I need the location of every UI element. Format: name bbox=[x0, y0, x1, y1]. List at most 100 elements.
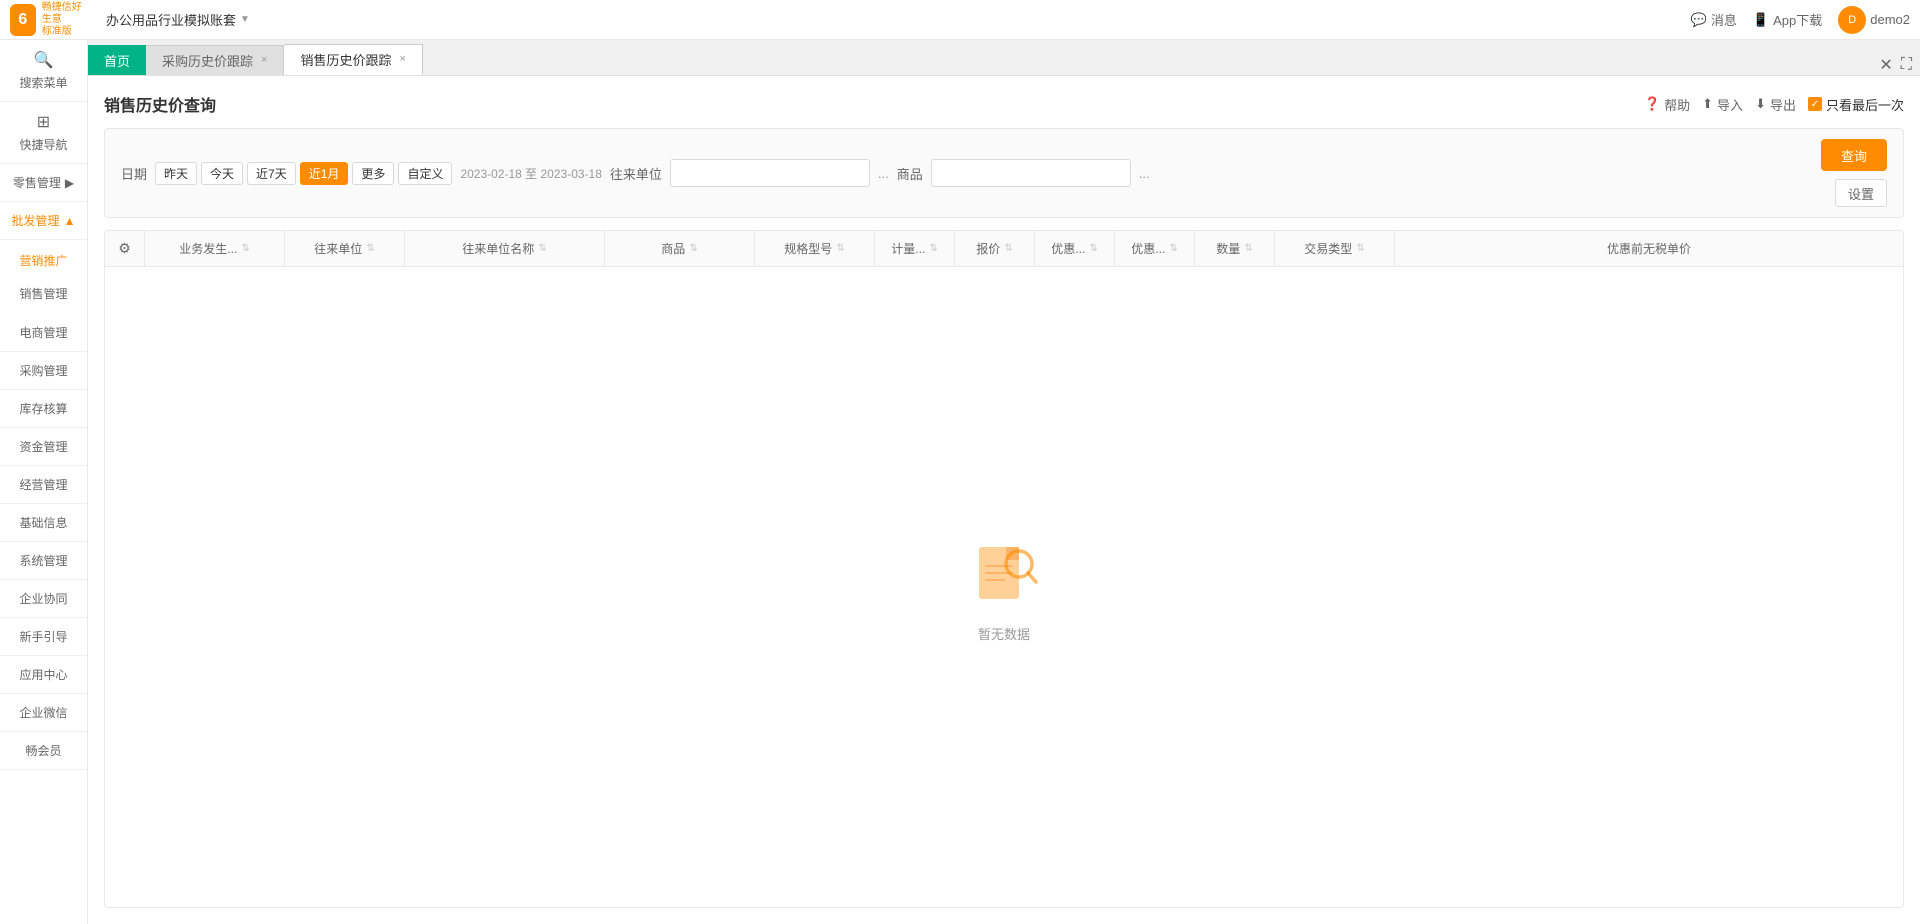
close-window-button[interactable]: ✕ bbox=[1879, 55, 1892, 75]
date-buttons: 昨天 今天 近7天 近1月 更多 自定义 bbox=[155, 162, 452, 185]
filter-bar: 日期 昨天 今天 近7天 近1月 更多 自定义 2023-02-18 至 202… bbox=[104, 128, 1904, 218]
sort-icon: ⇅ bbox=[836, 243, 844, 254]
query-button[interactable]: 查询 bbox=[1821, 139, 1887, 171]
sidebar-item-corp-wechat[interactable]: 企业微信 bbox=[0, 694, 87, 732]
app-download-button[interactable]: 📱 App下载 bbox=[1753, 10, 1822, 29]
sidebar-item-corp-collab[interactable]: 企业协同 bbox=[0, 580, 87, 618]
date-btn-last7[interactable]: 近7天 bbox=[247, 162, 296, 185]
date-btn-more[interactable]: 更多 bbox=[352, 162, 394, 185]
page-header-actions: ❓ 帮助 ⬆ 导入 ⬇ 导出 ✓ 只看最后一次 bbox=[1644, 95, 1904, 114]
chevron-right-icon: ▶ bbox=[65, 176, 74, 190]
close-sales-tab-icon[interactable]: × bbox=[399, 54, 405, 65]
th-goods[interactable]: 商品 ⇅ bbox=[605, 231, 755, 266]
page-header: 销售历史价查询 ❓ 帮助 ⬆ 导入 ⬇ 导出 ✓ bbox=[104, 92, 1904, 116]
table-container: ⚙ 业务发生... ⇅ 往来单位 ⇅ 往来单位名称 ⇅ bbox=[104, 230, 1904, 908]
tab-sales-history[interactable]: 销售历史价跟踪 × bbox=[284, 44, 422, 75]
goods-ellipsis-btn[interactable]: ... bbox=[1139, 166, 1150, 181]
sort-icon: ⇅ bbox=[1356, 243, 1364, 254]
sidebar-item-ecom-mgmt[interactable]: 电商管理 bbox=[0, 314, 87, 352]
supplier-input[interactable] bbox=[670, 159, 870, 187]
sort-icon: ⇅ bbox=[538, 243, 546, 254]
import-icon: ⬆ bbox=[1702, 96, 1713, 112]
sidebar-item-purchase-mgmt[interactable]: 采购管理 bbox=[0, 352, 87, 390]
import-button[interactable]: ⬆ 导入 bbox=[1702, 95, 1743, 114]
sort-icon: ⇅ bbox=[1089, 243, 1097, 254]
logo-text: 畅捷信好生意 标准版 bbox=[42, 2, 90, 38]
empty-state-icon bbox=[964, 532, 1044, 612]
sidebar-item-basic-info[interactable]: 基础信息 bbox=[0, 504, 87, 542]
workspace-selector[interactable]: 办公用品行业模拟账套 ▼ bbox=[98, 6, 258, 33]
sort-icon: ⇅ bbox=[241, 243, 249, 254]
settings-button[interactable]: 设置 bbox=[1835, 179, 1887, 207]
sidebar-item-ops-mgmt[interactable]: 经营管理 bbox=[0, 466, 87, 504]
sidebar-item-marketing[interactable]: 营销推广 bbox=[0, 244, 87, 277]
sort-icon: ⇅ bbox=[366, 243, 374, 254]
th-unit[interactable]: 往来单位 ⇅ bbox=[285, 231, 405, 266]
table-header: ⚙ 业务发生... ⇅ 往来单位 ⇅ 往来单位名称 ⇅ bbox=[105, 231, 1903, 267]
message-button[interactable]: 💬 消息 bbox=[1691, 10, 1737, 29]
date-btn-today[interactable]: 今天 bbox=[201, 162, 243, 185]
tab-bar: 首页 采购历史价跟踪 × 销售历史价跟踪 × ✕ ⛶ bbox=[88, 40, 1920, 76]
sidebar-item-wholesale-mgmt[interactable]: 批发管理 ▲ bbox=[0, 202, 87, 240]
tab-purchase-history[interactable]: 采购历史价跟踪 × bbox=[146, 45, 284, 75]
export-icon: ⬇ bbox=[1755, 96, 1766, 112]
chevron-down-icon: ▼ bbox=[240, 14, 250, 25]
goods-input[interactable] bbox=[931, 159, 1131, 187]
empty-text: 暂无数据 bbox=[978, 624, 1030, 643]
sidebar-item-retail-mgmt[interactable]: 零售管理 ▶ bbox=[0, 164, 87, 202]
wholesale-submenu: 营销推广 销售管理 bbox=[0, 240, 87, 314]
th-spec[interactable]: 规格型号 ⇅ bbox=[755, 231, 875, 266]
sidebar-item-sales-mgmt[interactable]: 销售管理 bbox=[0, 277, 87, 310]
sidebar-item-finance[interactable]: 资金管理 bbox=[0, 428, 87, 466]
grid-icon: ⊞ bbox=[37, 112, 50, 132]
date-range-text: 2023-02-18 至 2023-03-18 bbox=[460, 165, 601, 182]
date-btn-last1m[interactable]: 近1月 bbox=[300, 162, 349, 185]
sidebar-item-app-center[interactable]: 应用中心 bbox=[0, 656, 87, 694]
th-trade[interactable]: 交易类型 ⇅ bbox=[1275, 231, 1395, 266]
th-gear[interactable]: ⚙ bbox=[105, 231, 145, 266]
main-layout: 🔍 搜索菜单 ⊞ 快捷导航 零售管理 ▶ 批发管理 ▲ 营销推广 销售管理 电商… bbox=[0, 40, 1920, 924]
page-content: 销售历史价查询 ❓ 帮助 ⬆ 导入 ⬇ 导出 ✓ bbox=[88, 76, 1920, 924]
page-title: 销售历史价查询 bbox=[104, 92, 216, 116]
tab-home[interactable]: 首页 bbox=[88, 45, 146, 75]
sidebar-item-inventory[interactable]: 库存核算 bbox=[0, 390, 87, 428]
sidebar-item-quick-nav[interactable]: ⊞ 快捷导航 bbox=[0, 102, 87, 164]
export-button[interactable]: ⬇ 导出 bbox=[1755, 95, 1796, 114]
only-last-checkbox[interactable]: ✓ bbox=[1808, 97, 1822, 111]
chevron-down-icon: ▲ bbox=[64, 214, 76, 228]
th-discount1[interactable]: 优惠... ⇅ bbox=[1035, 231, 1115, 266]
sidebar-item-system-mgmt[interactable]: 系统管理 bbox=[0, 542, 87, 580]
th-date[interactable]: 业务发生... ⇅ bbox=[145, 231, 285, 266]
th-discount2[interactable]: 优惠... ⇅ bbox=[1115, 231, 1195, 266]
sidebar-item-new-guide[interactable]: 新手引导 bbox=[0, 618, 87, 656]
sort-icon: ⇅ bbox=[1169, 243, 1177, 254]
workspace-label: 办公用品行业模拟账套 bbox=[106, 10, 236, 29]
date-btn-yesterday[interactable]: 昨天 bbox=[155, 162, 197, 185]
table-body: 暂无数据 bbox=[105, 267, 1903, 907]
user-menu[interactable]: D demo2 bbox=[1838, 6, 1910, 34]
th-unit-name[interactable]: 往来单位名称 ⇅ bbox=[405, 231, 605, 266]
filter-actions: 查询 设置 bbox=[1821, 139, 1887, 207]
goods-filter-group: 商品 ... bbox=[897, 159, 1150, 187]
sidebar-item-search-menu[interactable]: 🔍 搜索菜单 bbox=[0, 40, 87, 102]
supplier-ellipsis-btn[interactable]: ... bbox=[878, 166, 889, 181]
help-button[interactable]: ❓ 帮助 bbox=[1644, 95, 1690, 114]
th-qty[interactable]: 数量 ⇅ bbox=[1195, 231, 1275, 266]
only-last-checkbox-label[interactable]: ✓ 只看最后一次 bbox=[1808, 95, 1904, 114]
phone-icon: 📱 bbox=[1753, 12, 1769, 28]
sort-icon: ⇅ bbox=[1004, 243, 1012, 254]
tab-bar-actions: ✕ ⛶ bbox=[1871, 55, 1920, 75]
sidebar-item-members[interactable]: 畅会员 bbox=[0, 732, 87, 770]
empty-state: 暂无数据 bbox=[964, 532, 1044, 643]
date-btn-custom[interactable]: 自定义 bbox=[398, 162, 452, 185]
th-price[interactable]: 报价 ⇅ bbox=[955, 231, 1035, 266]
avatar: D bbox=[1838, 6, 1866, 34]
sort-icon: ⇅ bbox=[689, 243, 697, 254]
th-measure[interactable]: 计量... ⇅ bbox=[875, 231, 955, 266]
th-last-price[interactable]: 优惠前无税单价 bbox=[1395, 231, 1903, 266]
fullscreen-button[interactable]: ⛶ bbox=[1901, 56, 1912, 74]
close-purchase-tab-icon[interactable]: × bbox=[261, 55, 267, 66]
top-header: 6 畅捷信好生意 标准版 办公用品行业模拟账套 ▼ 💬 消息 📱 App下载 D… bbox=[0, 0, 1920, 40]
filter-row: 日期 昨天 今天 近7天 近1月 更多 自定义 2023-02-18 至 202… bbox=[121, 159, 1805, 187]
content-area: 首页 采购历史价跟踪 × 销售历史价跟踪 × ✕ ⛶ 销售历史价查询 bbox=[88, 40, 1920, 924]
